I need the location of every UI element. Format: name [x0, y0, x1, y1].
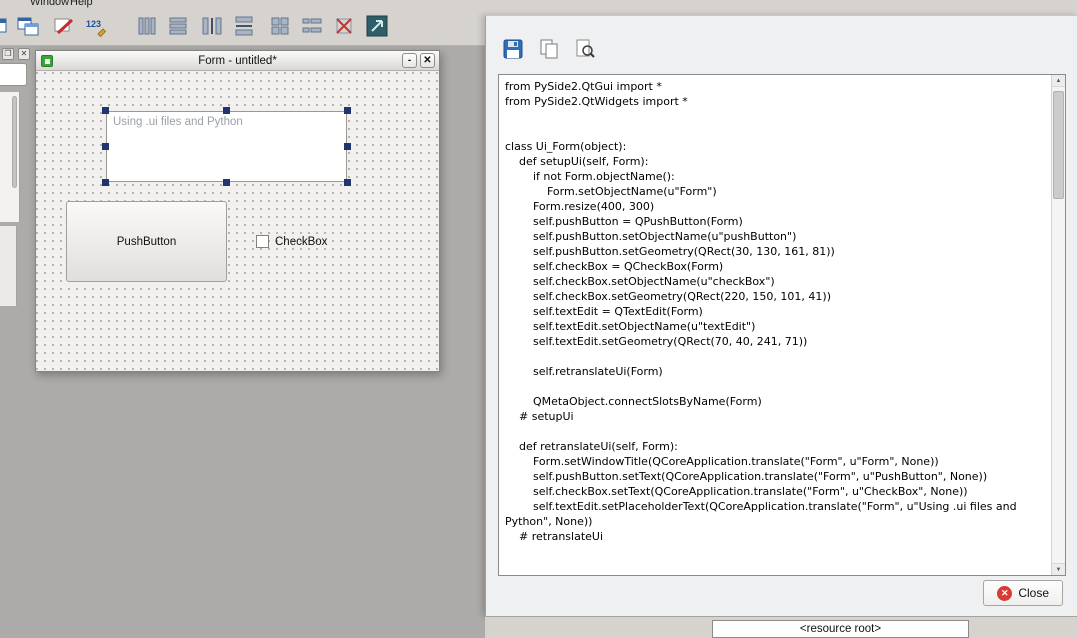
layout-form-icon[interactable] — [300, 13, 324, 39]
code-scrollbar[interactable]: ▲ ▼ — [1051, 75, 1065, 575]
view-python-code-dialog: from PySide2.QtGui import * from PySide2… — [485, 15, 1077, 616]
edit-signals-icon[interactable] — [52, 13, 76, 39]
dock-float-icon[interactable]: ❐ — [2, 48, 14, 60]
python-code: from PySide2.QtGui import * from PySide2… — [499, 75, 1051, 575]
menu-window[interactable]: Window — [30, 0, 69, 8]
minimize-button[interactable]: - — [402, 53, 417, 68]
layout-vertical-icon[interactable] — [166, 13, 190, 39]
cascade-windows-icon[interactable] — [16, 13, 40, 39]
window-icon[interactable] — [0, 13, 10, 39]
selection-handle-top-right[interactable] — [344, 107, 351, 114]
code-view[interactable]: from PySide2.QtGui import * from PySide2… — [498, 74, 1066, 576]
tab-order-icon[interactable]: 123 — [84, 13, 108, 39]
layout-horizontal-splitter-icon[interactable] — [200, 13, 224, 39]
break-layout-icon[interactable] — [332, 13, 356, 39]
layout-grid-icon[interactable] — [268, 13, 292, 39]
resource-browser-root[interactable]: <resource root> — [712, 620, 969, 638]
scrollbar-thumb[interactable] — [1053, 91, 1064, 199]
close-dialog-button[interactable]: ✕ Close — [983, 580, 1063, 606]
selection-handle-bottom-middle[interactable] — [223, 179, 230, 186]
scroll-up-icon[interactable]: ▲ — [1052, 75, 1065, 87]
checkbox-label: CheckBox — [275, 236, 327, 248]
checkbox-box[interactable] — [256, 235, 269, 248]
menu-help[interactable]: Help — [70, 0, 93, 8]
copy-icon[interactable] — [536, 36, 562, 62]
widgetbox-filter-input[interactable] — [0, 63, 27, 86]
form-window-icon — [41, 55, 53, 67]
selection-handle-bottom-left[interactable] — [102, 179, 109, 186]
selection-handle-middle-left[interactable] — [102, 143, 109, 150]
form-window-titlebar[interactable]: Form - untitled* - ✕ — [36, 51, 439, 71]
widgetbox-panel — [0, 92, 20, 222]
layout-horizontal-icon[interactable] — [135, 13, 159, 39]
form-canvas[interactable]: Using .ui files and Python PushButton Ch… — [36, 71, 439, 371]
selection-handle-middle-right[interactable] — [344, 143, 351, 150]
code-dialog-toolbar — [500, 36, 598, 62]
scroll-down-icon[interactable]: ▼ — [1052, 563, 1065, 575]
close-red-icon: ✕ — [997, 586, 1012, 601]
pushbutton-label: PushButton — [117, 236, 176, 248]
textedit-widget-selected[interactable]: Using .ui files and Python — [106, 111, 347, 182]
resource-root-label: <resource root> — [800, 623, 881, 635]
close-button-label: Close — [1018, 586, 1049, 600]
checkbox-widget[interactable]: CheckBox — [256, 221, 357, 262]
find-icon[interactable] — [572, 36, 598, 62]
pushbutton-widget[interactable]: PushButton — [66, 201, 227, 282]
dock-titlebar-buttons: ❐ ✕ — [2, 48, 30, 60]
selection-handle-top-middle[interactable] — [223, 107, 230, 114]
dock-close-icon[interactable]: ✕ — [18, 48, 30, 60]
textedit-placeholder[interactable]: Using .ui files and Python — [106, 111, 347, 182]
widgetbox-panel-lower — [0, 226, 17, 306]
selection-handle-bottom-right[interactable] — [344, 179, 351, 186]
form-editor-window: Form - untitled* - ✕ Using .ui files and… — [35, 50, 440, 372]
form-window-title: Form - untitled* — [198, 55, 277, 67]
svg-text:123: 123 — [86, 19, 101, 29]
layout-vertical-splitter-icon[interactable] — [232, 13, 256, 39]
menu-bar: Window Help — [0, 0, 1077, 9]
widgetbox-scrollbar[interactable] — [12, 96, 17, 188]
preview-form-icon[interactable] — [365, 13, 389, 39]
close-button[interactable]: ✕ — [420, 53, 435, 68]
selection-handle-top-left[interactable] — [102, 107, 109, 114]
save-icon[interactable] — [500, 36, 526, 62]
scrollbar-track[interactable] — [1052, 87, 1065, 563]
qt-designer-workspace: Window Help 123 — [0, 0, 1077, 638]
